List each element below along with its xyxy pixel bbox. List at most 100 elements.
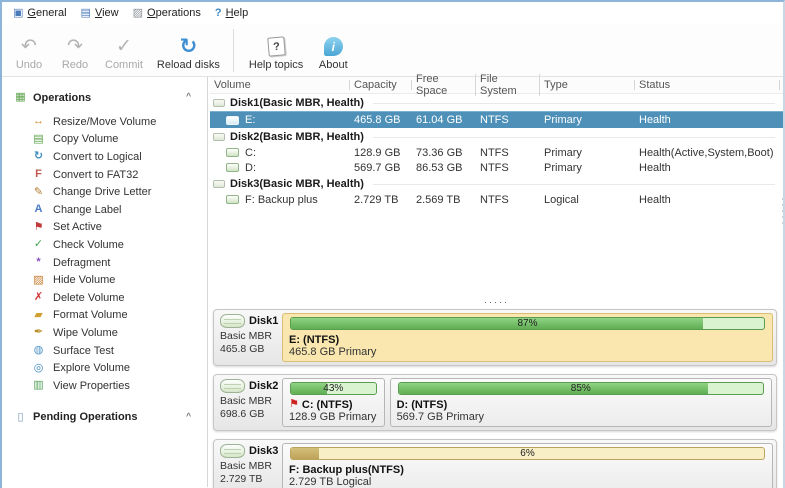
drive-icon [226,195,239,204]
capacity-cell: 569.7 GB [354,161,401,174]
sidebar-item-surface-test[interactable]: ◍ Surface Test [2,342,207,360]
collapse-chevron-icon[interactable]: ^ [186,412,191,423]
menu-item-label: Operations [147,7,201,19]
disk-panel-disk3: Disk3 Basic MBR 2.729 TB 6% F: Backup plus(N… [213,439,777,488]
disk-info: Disk3 Basic MBR 2.729 TB [217,443,278,488]
usage-bar: 87% [290,317,765,330]
drive-icon [226,115,239,125]
partition-name-text: F: Backup plus(NTFS) [289,463,404,476]
redo-button[interactable]: ↷ Redo [52,27,98,76]
sidebar-item-resize-move-volume[interactable]: ↔ Resize/Move Volume [2,113,207,131]
sidebar-item-format-volume[interactable]: ▰ Format Volume [2,307,207,325]
column-header-volume[interactable]: Volume [210,77,350,93]
reload-disks-button[interactable]: ↻ Reload disks [150,27,227,76]
free-space-cell: 86.53 GB [416,161,463,174]
column-header-capacity[interactable]: Capacity [350,77,412,93]
disk-group-label: Disk1(Basic MBR, Health) [230,97,364,109]
partition-f-backup-plus-ntfs[interactable]: 6% F: Backup plus(NTFS) 2.729 TB Logical [282,443,773,488]
menu-item-operations[interactable]: ▨ Operations [129,5,205,21]
menu-item-label: Help [225,7,249,19]
sidebar-item-convert-to-fat32[interactable]: F Convert to FAT32 [2,166,207,184]
file-system-cell: NTFS [480,161,509,174]
view-properties-icon: ▥ [33,379,44,392]
sidebar-splitter[interactable] [781,198,783,224]
sidebar-item-change-drive-letter[interactable]: ✎ Change Drive Letter [2,183,207,201]
sidebar-item-copy-volume[interactable]: ▤ Copy Volume [2,131,207,149]
about-button[interactable]: i About [310,27,356,76]
menu-item-general[interactable]: ▣ General [9,5,71,21]
sidebar-item-wipe-volume[interactable]: ✒ Wipe Volume [2,324,207,342]
commit-label: Commit [105,59,143,71]
operations-menu-icon: ▨ [132,6,144,19]
type-cell: Primary [544,146,582,159]
usage-percent-label: 87% [517,318,538,329]
sidebar-item-label: View Properties [53,379,130,392]
sidebar-item-set-active[interactable]: ⚑ Set Active [2,219,207,237]
wipe-volume-icon: ✒ [33,326,44,339]
sidebar-item-convert-to-logical[interactable]: ↻ Convert to Logical [2,148,207,166]
disk-group-row[interactable]: Disk2(Basic MBR, Health) [210,129,783,145]
volume-row-f-backup-plus[interactable]: F: Backup plus 2.729 TB 2.569 TB NTFS Logica… [210,192,783,207]
column-header-status[interactable]: Status [635,77,780,93]
disk-group-label: Disk3(Basic MBR, Health) [230,178,364,190]
sidebar-item-delete-volume[interactable]: ✗ Delete Volume [2,289,207,307]
section-header-operations[interactable]: ▦ Operations ^ [2,89,207,106]
help-topics-label: Help topics [248,59,304,71]
section-items: ↔ Resize/Move Volume ▤ Copy Volume ↻ Convert … [2,113,207,395]
column-header-type[interactable]: Type [540,77,635,93]
sidebar-item-label: Check Volume [53,238,124,251]
help-topics-button[interactable]: ? Help topics [242,27,310,76]
group-divider-line [372,136,775,138]
file-system-cell: NTFS [480,193,509,206]
check-volume-icon: ✓ [33,238,44,251]
status-cell: Health(Active,System,Boot) [639,146,774,159]
group-divider-line [372,102,775,104]
menu-item-label: View [94,7,119,19]
sidebar-item-label: Copy Volume [53,133,119,146]
sidebar-item-hide-volume[interactable]: ▨ Hide Volume [2,271,207,289]
volume-row-e[interactable]: E: 465.8 GB 61.04 GB NTFS Primary Health [210,111,783,128]
free-space-cell: 61.04 GB [416,114,463,126]
volume-row-d[interactable]: D: 569.7 GB 86.53 GB NTFS Primary Health [210,160,783,175]
undo-button[interactable]: ↶ Undo [6,27,52,76]
partition-label: E: (NTFS) [289,333,766,346]
sidebar-item-label: Hide Volume [53,274,116,287]
collapse-chevron-icon[interactable]: ^ [186,92,191,103]
status-cell: Health [639,161,671,174]
volume-row-c[interactable]: C: 128.9 GB 73.36 GB NTFS Primary Health(Acti… [210,145,783,160]
sidebar-item-label: Format Volume [53,309,128,322]
change-drive-letter-icon: ✎ [33,185,44,198]
drive-icon [226,163,239,172]
surface-test-icon: ◍ [33,344,44,357]
sidebar-item-view-properties[interactable]: ▥ View Properties [2,377,207,395]
about-label: About [318,59,348,71]
sidebar-item-defragment[interactable]: * Defragment [2,254,207,272]
partition-label: ⚑ C: (NTFS) [289,398,378,411]
disk-info: Disk1 Basic MBR 465.8 GB [217,313,278,362]
volume-cell: C: [210,147,350,159]
disk-group-row[interactable]: Disk3(Basic MBR, Health) [210,176,783,192]
capacity-cell: 128.9 GB [354,146,401,159]
sidebar-item-explore-volume[interactable]: ◎ Explore Volume [2,359,207,377]
capacity-cell: 2.729 TB [354,193,399,206]
commit-button[interactable]: ✓ Commit [98,27,150,76]
partition-e-ntfs[interactable]: 87% E: (NTFS) 465.8 GB Primary [282,313,773,362]
toolbar: ↶ Undo ↷ Redo ✓ Commit ↻ Reload disks ? … [2,24,783,77]
menu-item-view[interactable]: ▤ View [77,5,123,21]
sidebar-item-change-label[interactable]: A Change Label [2,201,207,219]
column-header-free-space[interactable]: Free Space [412,71,476,99]
disk-group-label: Disk2(Basic MBR, Health) [230,131,364,143]
menu-item-help[interactable]: ? Help [211,5,252,21]
partition-d-ntfs[interactable]: 85% D: (NTFS) 569.7 GB Primary [389,378,772,427]
disk-panel-disk1: Disk1 Basic MBR 465.8 GB 87% E: (NTFS) 465.8 … [213,309,777,366]
section-header-pending-operations[interactable]: ▯ Pending Operations ^ [2,409,207,426]
column-header-file-system[interactable]: File System [476,71,540,99]
free-space-cell: 2.569 TB [416,193,461,206]
main-panel: Volume Capacity Free Space File System Type S… [208,73,783,488]
change-label-icon: A [34,203,43,216]
volume-name: C: [245,146,256,159]
status-cell: Health [639,193,671,206]
partition-c-ntfs[interactable]: 43% ⚑ C: (NTFS) 128.9 GB Primary [282,378,385,427]
sidebar-item-check-volume[interactable]: ✓ Check Volume [2,236,207,254]
panel-splitter[interactable]: ····· [210,297,783,309]
